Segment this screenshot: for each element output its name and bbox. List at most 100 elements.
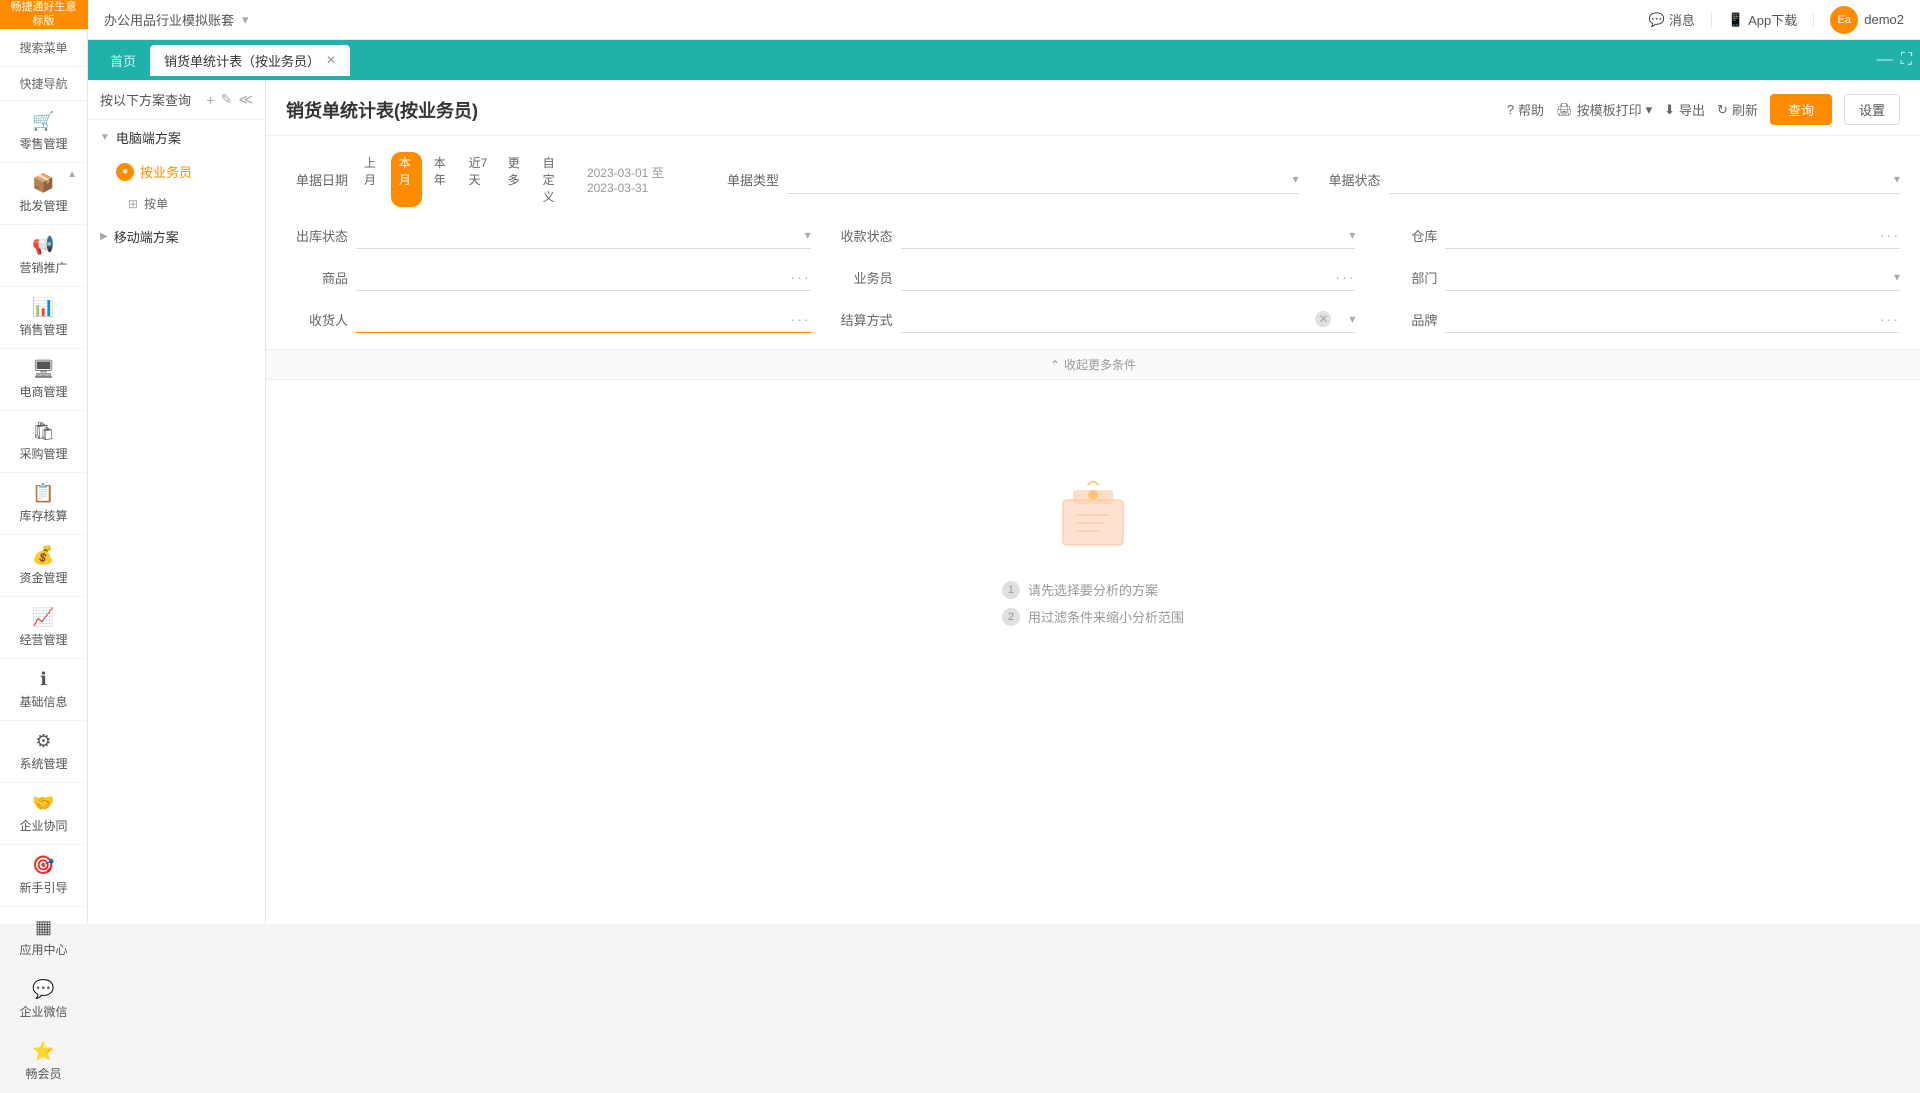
brand-dots-icon[interactable]: ··· — [1880, 311, 1900, 327]
group-collapse-arrow: ▶ — [100, 231, 108, 242]
message-btn[interactable]: 💬 消息 — [1649, 10, 1695, 29]
date-tab-7days[interactable]: 近7天 — [461, 152, 496, 207]
refresh-icon: ↻ — [1717, 102, 1728, 118]
tab-home[interactable]: 首页 — [96, 45, 150, 76]
goods-field[interactable]: ··· — [356, 263, 811, 291]
stock-status-input[interactable] — [356, 227, 811, 242]
sidebar-item-guide[interactable]: 🎯 新手引导 — [0, 845, 87, 907]
help-btn[interactable]: ? 帮助 — [1507, 100, 1544, 119]
doc-status-input[interactable] — [1389, 172, 1901, 187]
sidebar-item-wholesale[interactable]: 📦 批发管理 ▲ — [0, 163, 87, 225]
collapse-panel-icon[interactable]: ≪ — [238, 91, 253, 108]
date-tab-custom[interactable]: 自定义 — [535, 152, 573, 207]
tab-sales-stat[interactable]: 销货单统计表（按业务员） ✕ — [150, 45, 350, 76]
sidebar-item-management[interactable]: 📈 经营管理 — [0, 597, 87, 659]
tab-bar-expand-btn[interactable]: — ⛶ — [1877, 51, 1912, 69]
header-divider2 — [1813, 12, 1814, 28]
receiver-input[interactable] — [356, 311, 811, 326]
schema-group-desktop-header[interactable]: ▼ 电脑端方案 — [88, 120, 265, 155]
sidebar-label-purchase: 采购管理 — [19, 445, 67, 462]
sidebar-item-member[interactable]: ⭐ 畅会员 — [0, 1031, 87, 1093]
date-tab-last-month[interactable]: 上月 — [356, 152, 387, 207]
date-tab-this-month[interactable]: 本月 — [391, 152, 422, 207]
sidebar-label-inventory: 库存核算 — [19, 507, 67, 524]
schema-item-by-salesman[interactable]: ● 按业务员 — [88, 155, 265, 188]
tab-close-icon[interactable]: ✕ — [326, 53, 336, 67]
collapse-more-btn[interactable]: ⌃ 收起更多条件 — [1050, 356, 1136, 373]
schema-sub-item-by-order[interactable]: ⊞ 按单 — [88, 188, 265, 219]
settlement-label: 结算方式 — [831, 310, 901, 329]
search-menu-item[interactable]: 搜索菜单 — [0, 29, 87, 67]
app-download-btn[interactable]: 📱 App下载 — [1728, 10, 1797, 29]
settlement-input[interactable] — [901, 311, 1356, 326]
settlement-clear-icon[interactable]: ✕ — [1315, 311, 1331, 327]
empty-tip-2: 2 用过滤条件来缩小分析范围 — [1002, 607, 1184, 626]
payment-status-field[interactable]: ▾ — [901, 221, 1356, 249]
goods-dots-icon[interactable]: ··· — [791, 269, 811, 285]
avatar-text: Ea — [1838, 14, 1851, 26]
sidebar-item-marketing[interactable]: 📢 营销推广 — [0, 225, 87, 287]
maximize-icon[interactable]: ⛶ — [1901, 51, 1912, 69]
receiver-dots-icon[interactable]: ··· — [791, 311, 811, 327]
settings-btn[interactable]: 设置 — [1844, 94, 1900, 125]
sidebar-item-apps[interactable]: ▦ 应用中心 — [0, 907, 87, 969]
user-avatar: Ea — [1830, 6, 1858, 34]
minimize-icon[interactable]: — — [1877, 51, 1893, 69]
ecommerce-icon: 🖥 — [32, 359, 55, 380]
export-btn[interactable]: ⬇ 导出 — [1664, 100, 1705, 119]
department-dropdown-icon[interactable]: ▾ — [1894, 270, 1900, 284]
sidebar-item-inventory[interactable]: 📋 库存核算 — [0, 473, 87, 535]
sidebar-item-ecommerce[interactable]: 🖥 电商管理 — [0, 349, 87, 411]
goods-input[interactable] — [356, 269, 811, 284]
warehouse-field[interactable]: ··· — [1445, 221, 1900, 249]
retail-icon: 🛒 — [32, 111, 54, 132]
stock-status-dropdown-icon[interactable]: ▾ — [805, 228, 811, 242]
department-field[interactable]: ▾ — [1445, 263, 1900, 291]
sidebar-item-retail[interactable]: 🛒 零售管理 — [0, 101, 87, 163]
doc-type-input[interactable] — [787, 172, 1299, 187]
industry-dropdown-icon[interactable]: ▾ — [242, 12, 249, 28]
right-panel: 销货单统计表(按业务员) ? 帮助 🖨 按模板打印 ▾ ⬇ 导出 — [266, 80, 1920, 924]
refresh-btn[interactable]: ↻ 刷新 — [1717, 100, 1758, 119]
sidebar-item-sales[interactable]: 📊 销售管理 — [0, 287, 87, 349]
date-tab-more[interactable]: 更多 — [500, 152, 531, 207]
group-expand-arrow: ▼ — [100, 132, 110, 143]
add-schema-icon[interactable]: + — [206, 92, 214, 108]
date-tab-this-year[interactable]: 本年 — [426, 152, 457, 207]
settlement-dropdown-icon[interactable]: ▾ — [1349, 312, 1355, 326]
doc-status-field[interactable]: ▾ — [1389, 166, 1901, 194]
warehouse-input[interactable] — [1445, 227, 1900, 242]
sidebar-item-basic[interactable]: ℹ 基础信息 — [0, 659, 87, 721]
logo-subtext: 标版 — [33, 14, 55, 28]
expand-icon: ▲ — [67, 169, 77, 180]
warehouse-dots-icon[interactable]: ··· — [1880, 227, 1900, 243]
top-header: 办公用品行业模拟账套 ▾ 💬 消息 📱 App下载 Ea demo2 — [88, 0, 1920, 40]
salesman-input[interactable] — [901, 269, 1356, 284]
sidebar-item-finance[interactable]: 💰 资金管理 — [0, 535, 87, 597]
department-input[interactable] — [1445, 269, 1900, 284]
print-btn[interactable]: 🖨 按模板打印 ▾ — [1556, 100, 1652, 119]
schema-group-mobile-header[interactable]: ▶ 移动端方案 — [88, 219, 265, 254]
user-menu-btn[interactable]: Ea demo2 — [1830, 6, 1904, 34]
brand-field[interactable]: ··· — [1445, 305, 1900, 333]
payment-status-input[interactable] — [901, 227, 1356, 242]
doc-status-dropdown-icon[interactable]: ▾ — [1894, 172, 1900, 186]
payment-status-dropdown-icon[interactable]: ▾ — [1349, 228, 1355, 242]
doc-type-dropdown-icon[interactable]: ▾ — [1292, 172, 1298, 186]
sidebar-item-wxwork[interactable]: 💬 企业微信 — [0, 969, 87, 1031]
doc-type-field[interactable]: ▾ — [787, 166, 1299, 194]
salesman-dots-icon[interactable]: ··· — [1335, 269, 1355, 285]
sidebar-item-purchase[interactable]: 🛍 采购管理 — [0, 411, 87, 473]
salesman-field[interactable]: ··· — [901, 263, 1356, 291]
quick-nav-item[interactable]: 快捷导航 — [0, 67, 87, 101]
main-area: 办公用品行业模拟账套 ▾ 💬 消息 📱 App下载 Ea demo2 — [88, 0, 1920, 924]
brand-input[interactable] — [1445, 311, 1900, 326]
stock-status-field[interactable]: ▾ — [356, 221, 811, 249]
sidebar-item-collab[interactable]: 🤝 企业协同 — [0, 783, 87, 845]
left-panel-title: 按以下方案查询 — [100, 90, 191, 109]
settlement-field[interactable]: ✕ ▾ — [901, 305, 1356, 333]
receiver-field[interactable]: ··· — [356, 305, 811, 333]
edit-schema-icon[interactable]: ✎ — [221, 91, 233, 108]
sidebar-item-system[interactable]: ⚙ 系统管理 — [0, 721, 87, 783]
query-btn[interactable]: 查询 — [1770, 94, 1832, 125]
